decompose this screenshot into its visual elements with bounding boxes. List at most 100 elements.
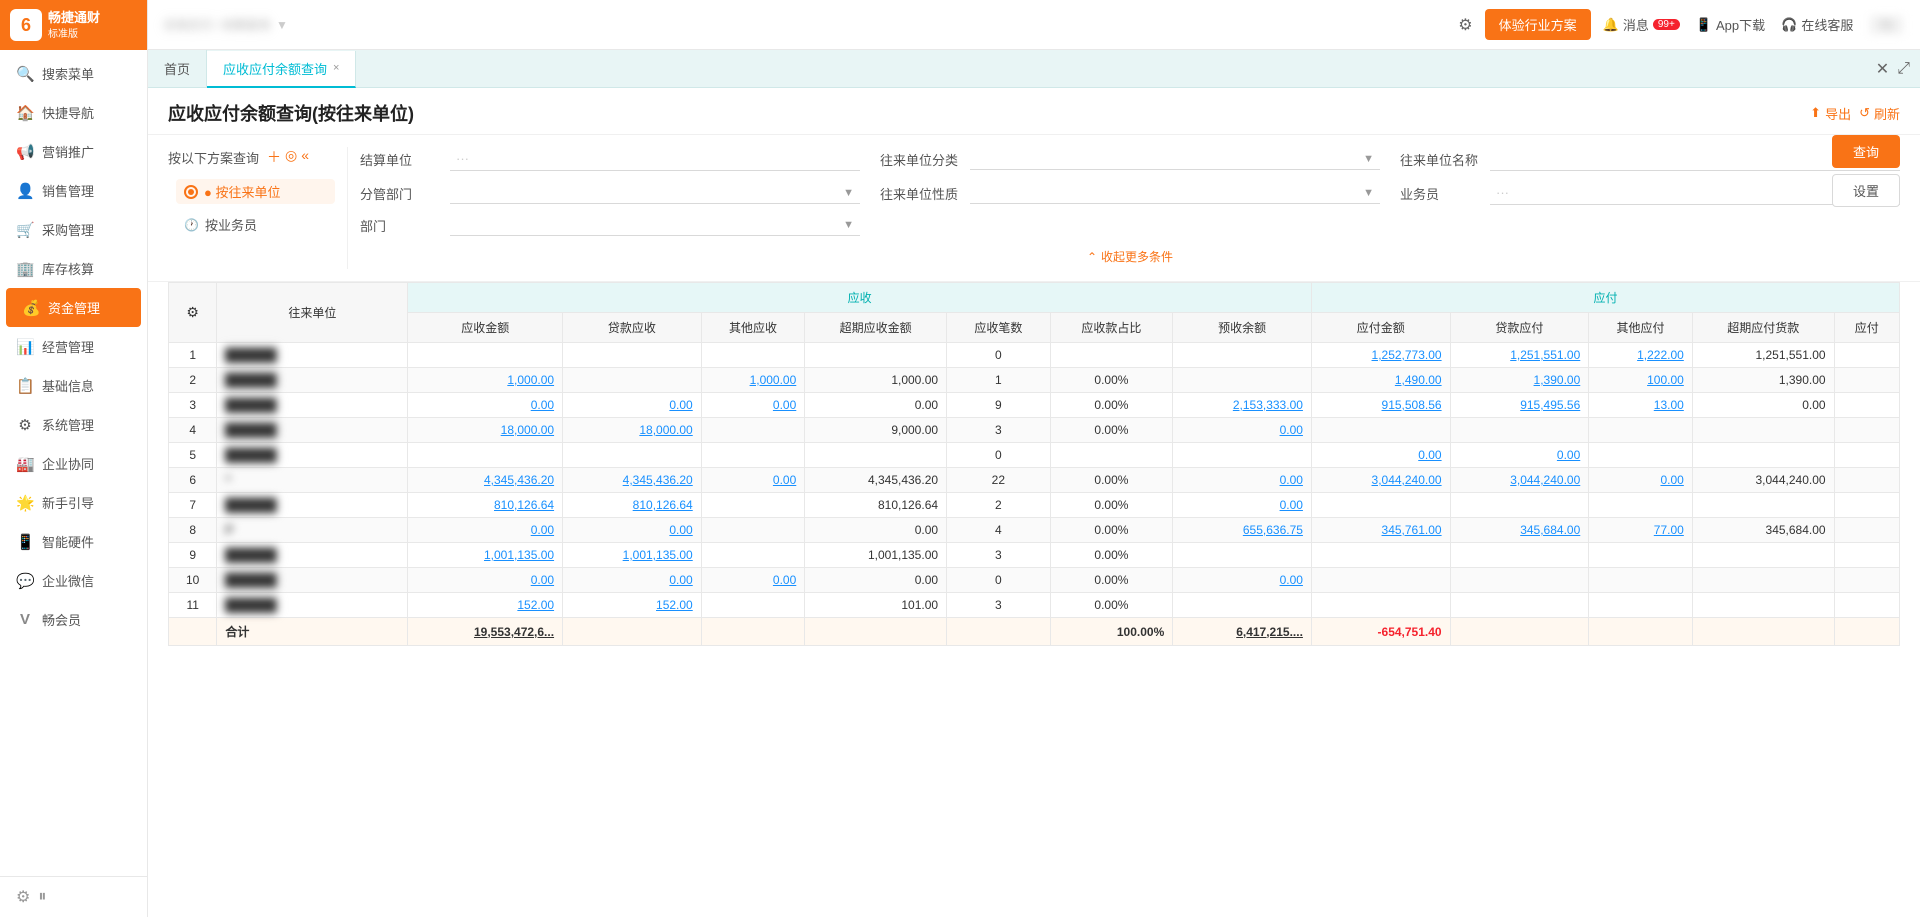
header-gear-icon[interactable]: ⚙ (1458, 15, 1472, 35)
guide-icon: 🌟 (16, 494, 34, 512)
filter-schema-container: 按以下方案查询 ＋ ◎ « ● (168, 147, 348, 269)
sidebar-item-operations[interactable]: 📊 经营管理 (0, 327, 147, 366)
table-footer-row: 合计 19,553,472,6... 100.00% 6,417,215....… (169, 618, 1900, 646)
purchase-icon: 🛒 (16, 221, 34, 239)
sidebar-item-marketing[interactable]: 📢 营销推广 (0, 132, 147, 171)
partner-name-cell: ██████ (217, 393, 408, 418)
sidebar-item-label: 畅会员 (42, 610, 81, 629)
home-icon: 🏠 (16, 104, 34, 122)
col-group-receivable: 应收 (408, 283, 1311, 313)
tab-active[interactable]: 应收应付余额查询 × (207, 51, 356, 88)
edit-schema-icon[interactable]: ◎ (285, 147, 297, 167)
sidebar-item-enterprise[interactable]: 🏭 企业协同 (0, 444, 147, 483)
filter-area: 按以下方案查询 ＋ ◎ « ● (148, 135, 1920, 282)
filter-right-buttons: 查询 设置 (1832, 135, 1900, 207)
col-r-prepay: 预收余额 (1173, 313, 1312, 343)
sidebar-item-guide[interactable]: 🌟 新手引导 (0, 483, 147, 522)
filter-schema-icons: ＋ ◎ « (267, 147, 309, 167)
footer-p-overdue (1692, 618, 1834, 646)
table-settings-col[interactable]: ⚙ (169, 283, 217, 343)
tab-close-icon[interactable]: × (333, 62, 339, 74)
customer-service-label: 在线客服 (1801, 15, 1853, 34)
sidebar-item-inventory[interactable]: 🏢 库存核算 (0, 249, 147, 288)
sidebar-item-sales[interactable]: 👤 销售管理 (0, 171, 147, 210)
sidebar-item-member[interactable]: V 畅会员 (0, 600, 147, 639)
enterprise-icon: 🏭 (16, 455, 34, 473)
logo-name: 畅捷通财 (48, 10, 100, 26)
partner-name-cell: ██████ (217, 418, 408, 443)
partner-category-select[interactable]: ▼ (970, 149, 1380, 170)
sidebar-item-enterprise-wechat[interactable]: 💬 企业微信 (0, 561, 147, 600)
breadcrumb: 应收应付 / 余额查询 ▼ (164, 16, 1446, 33)
partner-name-cell: ██████ (217, 568, 408, 593)
sidebar-settings-icon[interactable]: ⚙ (16, 887, 30, 907)
export-icon: ⬆ (1810, 105, 1821, 121)
sidebar-item-basic-info[interactable]: 📋 基础信息 (0, 366, 147, 405)
footer-r-prepay[interactable]: 6,417,215.... (1173, 618, 1312, 646)
sidebar-collapse-icon[interactable]: ⏸ (38, 888, 46, 906)
filter-fields-container: 结算单位 ··· 往来单位分类 ▼ 往来单 (348, 147, 1900, 269)
dept-managed-select[interactable]: ▼ (450, 183, 860, 204)
sidebar-item-smart-hw[interactable]: 📱 智能硬件 (0, 522, 147, 561)
sidebar-item-system[interactable]: ⚙ 系统管理 (0, 405, 147, 444)
sidebar-item-finance[interactable]: 💰 资金管理 (6, 288, 141, 327)
filter-option-by-partner[interactable]: ● 按往来单位 (176, 179, 335, 204)
tab-home[interactable]: 首页 (148, 50, 207, 87)
collapse-schema-icon[interactable]: « (301, 147, 309, 167)
finance-icon: 💰 (22, 299, 40, 317)
app-logo: 6 畅捷通财 标准版 (0, 0, 147, 50)
customer-service-button[interactable]: 🎧 在线客服 (1781, 15, 1853, 34)
dept-select[interactable]: ▼ (450, 215, 860, 236)
footer-r-loan (563, 618, 702, 646)
sales-icon: 👤 (16, 182, 34, 200)
filter-option-label-partner: ● 按往来单位 (204, 182, 281, 201)
filter-row-settlement: 结算单位 ··· (360, 147, 860, 171)
tab-close-window-icon[interactable]: ✕ (1876, 59, 1889, 79)
chevron-down-icon4: ▼ (843, 219, 854, 231)
sidebar-footer: ⚙ ⏸ (0, 876, 147, 917)
settings-button[interactable]: 设置 (1832, 174, 1900, 207)
footer-r-other (701, 618, 805, 646)
footer-p-loan (1450, 618, 1589, 646)
footer-label: 合计 (217, 618, 408, 646)
tab-bar-actions: ✕ ⤢ (1866, 59, 1920, 79)
export-button[interactable]: ⬆ 导出 (1810, 104, 1851, 123)
refresh-button[interactable]: ↺ 刷新 (1859, 104, 1900, 123)
search-menu-icon: 🔍 (16, 65, 34, 83)
filter-row-partner-name: 往来单位名称 (1400, 147, 1900, 171)
collapse-button[interactable]: ⌃ 收起更多条件 (360, 244, 1900, 269)
sidebar-item-purchase[interactable]: 🛒 采购管理 (0, 210, 147, 249)
message-badge: 99+ (1653, 19, 1680, 30)
page-actions: ⬆ 导出 ↺ 刷新 (1810, 104, 1900, 123)
username: Rit (1879, 18, 1894, 32)
message-button[interactable]: 🔔 消息 99+ (1603, 15, 1680, 34)
table-container[interactable]: ⚙ 往来单位 应收 应付 应收金额 贷款应收 其他应收 超期应收金额 应收笔数 … (148, 282, 1920, 917)
table-row: 6^4,345,436.204,345,436.200.004,345,436.… (169, 468, 1900, 493)
operations-icon: 📊 (16, 338, 34, 356)
collapse-icon: ⌃ (1087, 250, 1097, 264)
member-icon: V (16, 611, 34, 628)
promo-button[interactable]: 体验行业方案 (1485, 9, 1591, 40)
add-schema-icon[interactable]: ＋ (267, 147, 281, 167)
app-download-button[interactable]: 📱 App下载 (1696, 15, 1765, 34)
sidebar-item-search-menu[interactable]: 🔍 搜索菜单 (0, 54, 147, 93)
tab-maximize-icon[interactable]: ⤢ (1897, 60, 1910, 78)
page-header: 应收应付余额查询(按往来单位) ⬆ 导出 ↺ 刷新 (148, 88, 1920, 135)
footer-r-overdue (805, 618, 947, 646)
footer-p-amount: -654,751.40 (1311, 618, 1450, 646)
filter-option-by-salesperson[interactable]: 🕐 按业务员 (176, 212, 335, 237)
sidebar-item-quick-nav[interactable]: 🏠 快捷导航 (0, 93, 147, 132)
col-p-amount: 应付金额 (1311, 313, 1450, 343)
breadcrumb-text: 应收应付 / 余额查询 (164, 16, 270, 33)
settlement-unit-input[interactable]: ··· (450, 147, 860, 171)
query-button[interactable]: 查询 (1832, 135, 1900, 168)
table-row: 3██████0.000.000.000.0090.00%2,153,333.0… (169, 393, 1900, 418)
partner-nature-select[interactable]: ▼ (970, 183, 1380, 204)
filter-row-dept: 部门 ▼ (360, 215, 860, 236)
top-header: 应收应付 / 余额查询 ▼ ⚙ 体验行业方案 🔔 消息 99+ 📱 App下载 … (148, 0, 1920, 50)
customer-service-icon: 🎧 (1781, 17, 1797, 33)
footer-r-amount[interactable]: 19,553,472,6... (408, 618, 563, 646)
filter-schema: 按以下方案查询 ＋ ◎ « (168, 147, 335, 167)
col-p-overdue: 超期应付货款 (1692, 313, 1834, 343)
col-p-extra: 应付 (1834, 313, 1899, 343)
